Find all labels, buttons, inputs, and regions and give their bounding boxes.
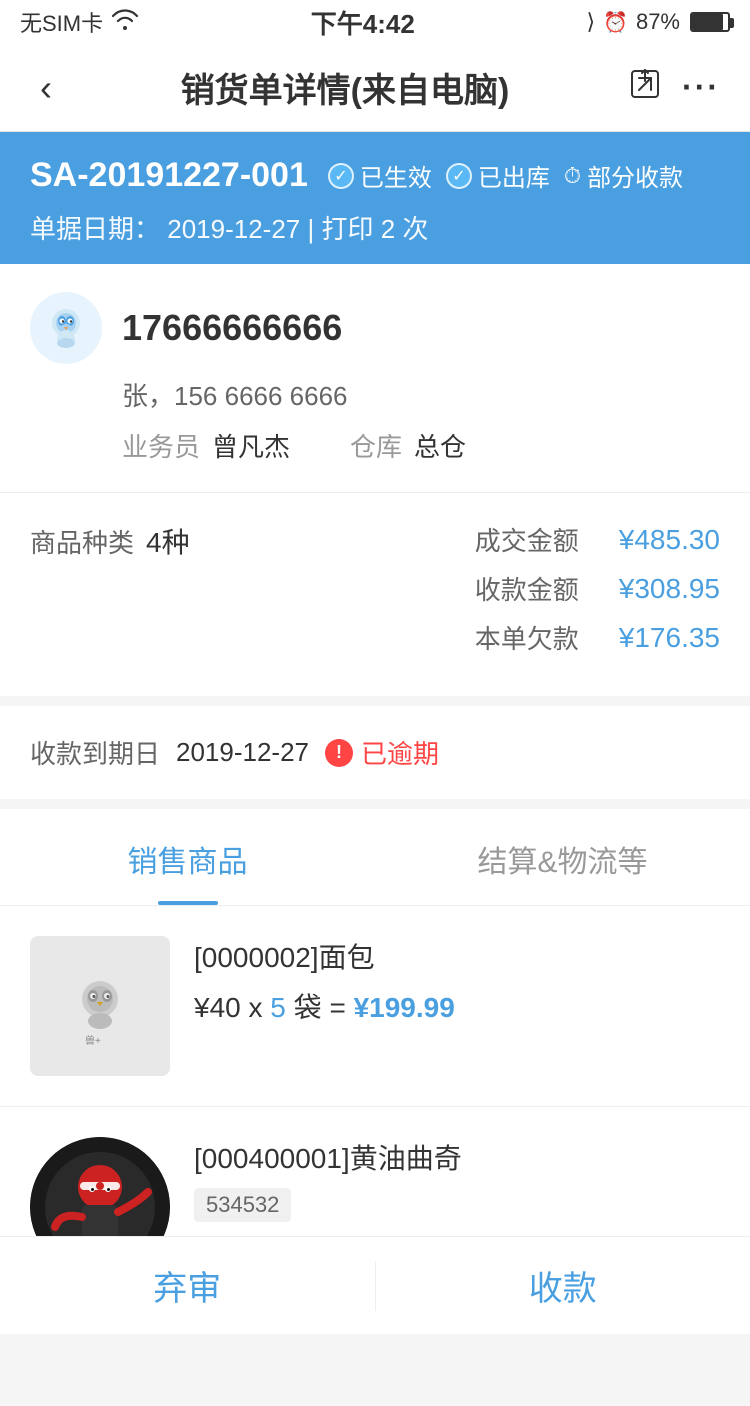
customer-phone: 17666666666 (122, 307, 342, 349)
status-time: 下午4:42 (311, 4, 415, 41)
tab-settlement-logistics[interactable]: 结算&物流等 (375, 809, 750, 905)
product-price-1: ¥40 x 5 袋 = ¥199.99 (194, 986, 720, 1026)
status-right: ⟩ ⏰ 87% (586, 9, 730, 35)
badge-effective: ✓ 已生效 (328, 158, 432, 193)
badge-partial-payment: ⏱ 部分收款 (564, 158, 683, 193)
received-amount-row: 收款金额 ¥308.95 (475, 570, 720, 607)
product-name-2: [000400001]黄油曲奇 (194, 1137, 720, 1177)
warehouse-item: 仓库 总仓 (350, 427, 466, 464)
deal-amount-row: 成交金额 ¥485.30 (475, 521, 720, 558)
confirm-payment-button[interactable]: 收款 (376, 1241, 750, 1330)
banner-date-row: 单据日期： 2019-12-27 | 打印 2 次 (30, 209, 720, 246)
banner-top-row: SA-20191227-001 ✓ 已生效 ✓ 已出库 ⏱ 部分收款 (30, 156, 720, 195)
battery-level: 87% (636, 9, 680, 35)
owed-amount-row: 本单欠款 ¥176.35 (475, 619, 720, 656)
badge-shipped: ✓ 已出库 (446, 158, 550, 193)
bottom-bar: 弃审 收款 (0, 1236, 750, 1334)
summary-section: 商品种类 4种 成交金额 ¥485.30 收款金额 ¥308.95 本单欠款 ¥… (0, 493, 750, 706)
share-icon[interactable] (628, 67, 662, 109)
summary-right: 成交金额 ¥485.30 收款金额 ¥308.95 本单欠款 ¥176.35 (475, 521, 720, 668)
product-tabs: 销售商品 结算&物流等 (0, 809, 750, 906)
summary-left: 商品种类 4种 (30, 521, 190, 561)
battery-icon (690, 12, 730, 32)
clock-icon: ⏱ (564, 163, 581, 189)
svg-text:兽+: 兽+ (85, 1034, 101, 1047)
product-tag-2: 534532 (194, 1188, 291, 1222)
cancel-button[interactable]: 弃审 (0, 1241, 375, 1330)
avatar (30, 292, 102, 364)
customer-sub-info: 张，156 6666 6666 (122, 376, 720, 413)
nav-bar: ‹ 销货单详情(来自电脑) ··· (0, 44, 750, 132)
location-icon: ⟩ (586, 9, 595, 35)
sim-status: 无SIM卡 (20, 6, 103, 38)
check-icon-1: ✓ (328, 163, 354, 189)
overdue-text: 已逾期 (361, 734, 439, 771)
customer-row: 17666666666 (30, 292, 720, 364)
product-info-1: [0000002]面包 ¥40 x 5 袋 = ¥199.99 (194, 936, 720, 1026)
wifi-icon (111, 8, 139, 36)
banner-badges: ✓ 已生效 ✓ 已出库 ⏱ 部分收款 (328, 158, 683, 193)
alarm-icon: ⏰ (603, 10, 628, 35)
back-button[interactable]: ‹ (30, 57, 62, 119)
order-id: SA-20191227-001 (30, 156, 308, 195)
product-name-1: [0000002]面包 (194, 936, 720, 976)
status-bar: 无SIM卡 下午4:42 ⟩ ⏰ 87% (0, 0, 750, 44)
page-title: 销货单详情(来自电脑) (62, 63, 628, 112)
overdue-badge: ! 已逾期 (325, 730, 439, 775)
tab-sales-products[interactable]: 销售商品 (0, 809, 375, 905)
order-banner: SA-20191227-001 ✓ 已生效 ✓ 已出库 ⏱ 部分收款 单据日期：… (0, 132, 750, 264)
status-left: 无SIM卡 (20, 6, 139, 38)
product-thumbnail-1: 兽+ (30, 936, 170, 1076)
nav-actions: ··· (628, 67, 720, 109)
salesperson-item: 业务员 曾凡杰 (122, 427, 290, 464)
more-icon[interactable]: ··· (682, 69, 720, 106)
list-item: 兽+ [0000002]面包 ¥40 x 5 袋 = ¥199.99 (0, 906, 750, 1107)
check-icon-2: ✓ (446, 163, 472, 189)
product-kinds: 商品种类 4种 (30, 521, 190, 561)
customer-section: 17666666666 张，156 6666 6666 业务员 曾凡杰 仓库 总… (0, 264, 750, 493)
overdue-icon: ! (325, 739, 353, 767)
overdue-section: 收款到期日 2019-12-27 ! 已逾期 (0, 706, 750, 809)
customer-meta: 业务员 曾凡杰 仓库 总仓 (122, 427, 720, 464)
